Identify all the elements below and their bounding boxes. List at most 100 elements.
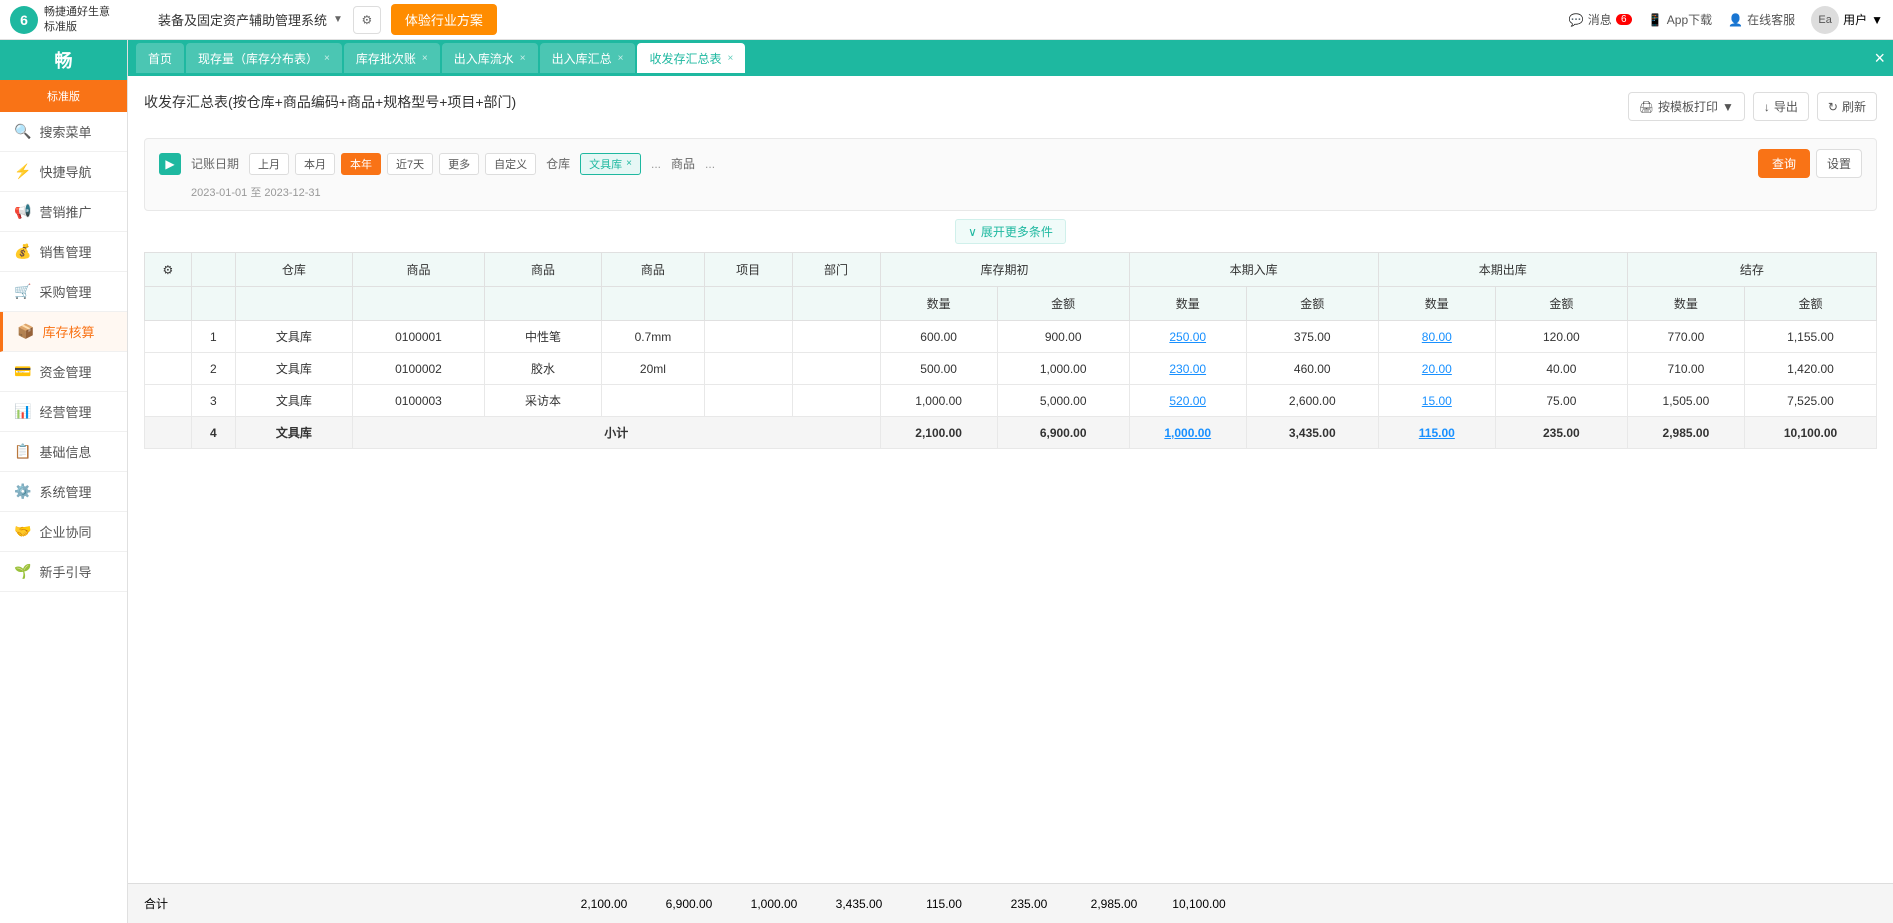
page-content: 收发存汇总表(按仓库+商品编码+商品+规格型号+项目+部门) 🖨 按模板打印 ▼… bbox=[128, 76, 1893, 883]
app-container: 6 畅捷通好生意 标准版 装备及固定资产辅助管理系统 ▼ ⚙ 体验行业方案 💬 … bbox=[0, 0, 1893, 923]
sys-title: 装备及固定资产辅助管理系统 ▼ bbox=[158, 10, 343, 29]
sidebar-item-search[interactable]: 🔍 搜索菜单 bbox=[0, 112, 127, 152]
row3-num: 3 bbox=[191, 385, 235, 417]
row3-init-amount: 5,000.00 bbox=[997, 385, 1129, 417]
sys-dropdown-icon[interactable]: ▼ bbox=[333, 14, 343, 25]
row2-out-qty[interactable]: 20.00 bbox=[1378, 353, 1495, 385]
tab-home[interactable]: 首页 bbox=[136, 43, 184, 73]
subtotal-out-qty[interactable]: 115.00 bbox=[1378, 417, 1495, 449]
settings-button[interactable]: ⚙ bbox=[353, 6, 381, 34]
query-button[interactable]: 查询 bbox=[1758, 149, 1810, 178]
th-settings[interactable]: ⚙ bbox=[145, 253, 192, 287]
tab-flow-close[interactable]: × bbox=[520, 53, 526, 64]
row1-out-qty[interactable]: 80.00 bbox=[1378, 321, 1495, 353]
th-num2 bbox=[191, 287, 235, 321]
export-icon: ↓ bbox=[1764, 100, 1770, 114]
row1-end-qty: 770.00 bbox=[1627, 321, 1744, 353]
tab-inventory-close[interactable]: × bbox=[324, 53, 330, 64]
tab-batch[interactable]: 库存批次账 × bbox=[344, 43, 440, 73]
th-out-group: 本期出库 bbox=[1378, 253, 1627, 287]
filter-bar: ▶ 记账日期 上月 本月 本年 近7天 更多 自定义 仓库 文具库 bbox=[144, 138, 1877, 211]
total-init-qty: 2,100.00 bbox=[564, 897, 644, 911]
online-service-item[interactable]: 👤 在线客服 bbox=[1728, 11, 1795, 28]
row1-in-qty[interactable]: 250.00 bbox=[1129, 321, 1246, 353]
search-icon: 🔍 bbox=[14, 123, 31, 140]
subtotal-in-qty[interactable]: 1,000.00 bbox=[1129, 417, 1246, 449]
print-btn[interactable]: 🖨 按模板打印 ▼ bbox=[1628, 92, 1745, 121]
trial-button[interactable]: 体验行业方案 bbox=[391, 4, 497, 35]
row3-in-qty[interactable]: 520.00 bbox=[1129, 385, 1246, 417]
date-filter: 上月 本月 本年 近7天 更多 自定义 bbox=[249, 153, 536, 175]
tab-receive[interactable]: 收发存汇总表 × bbox=[637, 43, 745, 73]
date-btn-custom[interactable]: 自定义 bbox=[485, 153, 536, 175]
date-btn-7days[interactable]: 近7天 bbox=[387, 153, 433, 175]
row1-init-qty: 600.00 bbox=[880, 321, 997, 353]
row2-num: 2 bbox=[191, 353, 235, 385]
sidebar-item-stock[interactable]: 📦 库存核算 bbox=[0, 312, 127, 352]
th-code: 商品 bbox=[353, 253, 485, 287]
date-btn-this-month[interactable]: 本月 bbox=[295, 153, 335, 175]
set-button[interactable]: 设置 bbox=[1816, 149, 1862, 178]
row2-warehouse: 文具库 bbox=[235, 353, 352, 385]
sidebar-item-marketing[interactable]: 📢 营销推广 bbox=[0, 192, 127, 232]
th-project2 bbox=[704, 287, 792, 321]
purchase-icon: 🛒 bbox=[14, 283, 31, 300]
message-icon: 💬 bbox=[1569, 13, 1584, 27]
row2-in-qty[interactable]: 230.00 bbox=[1129, 353, 1246, 385]
sidebar-item-sales[interactable]: 💰 销售管理 bbox=[0, 232, 127, 272]
subtotal-row: 4 文具库 小计 2,100.00 6,900.00 1,000.00 3,43… bbox=[145, 417, 1877, 449]
th-in-group: 本期入库 bbox=[1129, 253, 1378, 287]
sidebar-item-manage[interactable]: 📊 经营管理 bbox=[0, 392, 127, 432]
export-btn[interactable]: ↓ 导出 bbox=[1753, 92, 1809, 121]
tab-receive-close[interactable]: × bbox=[727, 53, 733, 64]
filter-collapse-btn[interactable]: ▶ bbox=[159, 153, 181, 175]
tab-summary-close[interactable]: × bbox=[618, 53, 624, 64]
sidebar-item-newbie[interactable]: 🌱 新手引导 bbox=[0, 552, 127, 592]
stock-icon: 📦 bbox=[17, 323, 34, 340]
app-download-item[interactable]: 📱 App下载 bbox=[1648, 11, 1712, 28]
row3-spec bbox=[602, 385, 705, 417]
date-range-text: 2023-01-01 至 2023-12-31 bbox=[191, 184, 321, 200]
th-end-amount: 金额 bbox=[1745, 287, 1877, 321]
sidebar-item-quick[interactable]: ⚡ 快捷导航 bbox=[0, 152, 127, 192]
sidebar-item-finance[interactable]: 💳 资金管理 bbox=[0, 352, 127, 392]
date-btn-more[interactable]: 更多 bbox=[439, 153, 479, 175]
tab-summary[interactable]: 出入库汇总 × bbox=[540, 43, 636, 73]
phone-icon: 📱 bbox=[1648, 13, 1663, 27]
sidebar-item-base[interactable]: 📋 基础信息 bbox=[0, 432, 127, 472]
subtotal-init-qty: 2,100.00 bbox=[880, 417, 997, 449]
data-table: ⚙ 仓库 商品 商品 商品 项目 部门 库存期初 本期入库 本期出库 结存 bbox=[144, 252, 1877, 449]
expand-more-btn[interactable]: ∨ 展开更多条件 bbox=[955, 219, 1066, 244]
quick-icon: ⚡ bbox=[14, 163, 31, 180]
top-bar: 6 畅捷通好生意 标准版 装备及固定资产辅助管理系统 ▼ ⚙ 体验行业方案 💬 … bbox=[0, 0, 1893, 40]
row1-num: 1 bbox=[191, 321, 235, 353]
subtotal-init-amount: 6,900.00 bbox=[997, 417, 1129, 449]
th-spec2 bbox=[602, 287, 705, 321]
warehouse-more-btn[interactable]: ... bbox=[651, 157, 661, 171]
user-button[interactable]: Ea 用户 ▼ bbox=[1811, 6, 1883, 34]
goods-more-btn[interactable]: ... bbox=[705, 157, 715, 171]
tab-inventory[interactable]: 现存量（库存分布表） × bbox=[186, 43, 342, 73]
date-btn-last-month[interactable]: 上月 bbox=[249, 153, 289, 175]
sidebar-item-system[interactable]: ⚙️ 系统管理 bbox=[0, 472, 127, 512]
tab-flow[interactable]: 出入库流水 × bbox=[442, 43, 538, 73]
row3-code: 0100003 bbox=[353, 385, 485, 417]
row3-out-qty[interactable]: 15.00 bbox=[1378, 385, 1495, 417]
refresh-btn[interactable]: ↻ 刷新 bbox=[1817, 92, 1877, 121]
row2-end-amount: 1,420.00 bbox=[1745, 353, 1877, 385]
row3-out-amount: 75.00 bbox=[1495, 385, 1627, 417]
table-row: 3 文具库 0100003 采访本 1,000.00 5,000.00 520.… bbox=[145, 385, 1877, 417]
sidebar-item-company[interactable]: 🤝 企业协同 bbox=[0, 512, 127, 552]
row2-in-amount: 460.00 bbox=[1246, 353, 1378, 385]
warehouse-tag-close[interactable]: × bbox=[626, 158, 632, 169]
sidebar-logo: 畅 bbox=[0, 40, 127, 80]
messages-item[interactable]: 💬 消息 6 bbox=[1569, 11, 1632, 28]
date-btn-this-year[interactable]: 本年 bbox=[341, 153, 381, 175]
tab-batch-close[interactable]: × bbox=[422, 53, 428, 64]
sidebar-item-purchase[interactable]: 🛒 采购管理 bbox=[0, 272, 127, 312]
row1-project bbox=[704, 321, 792, 353]
row3-dept bbox=[792, 385, 880, 417]
row2-init-qty: 500.00 bbox=[880, 353, 997, 385]
row2-init-amount: 1,000.00 bbox=[997, 353, 1129, 385]
close-all-btn[interactable]: × bbox=[1874, 48, 1885, 69]
